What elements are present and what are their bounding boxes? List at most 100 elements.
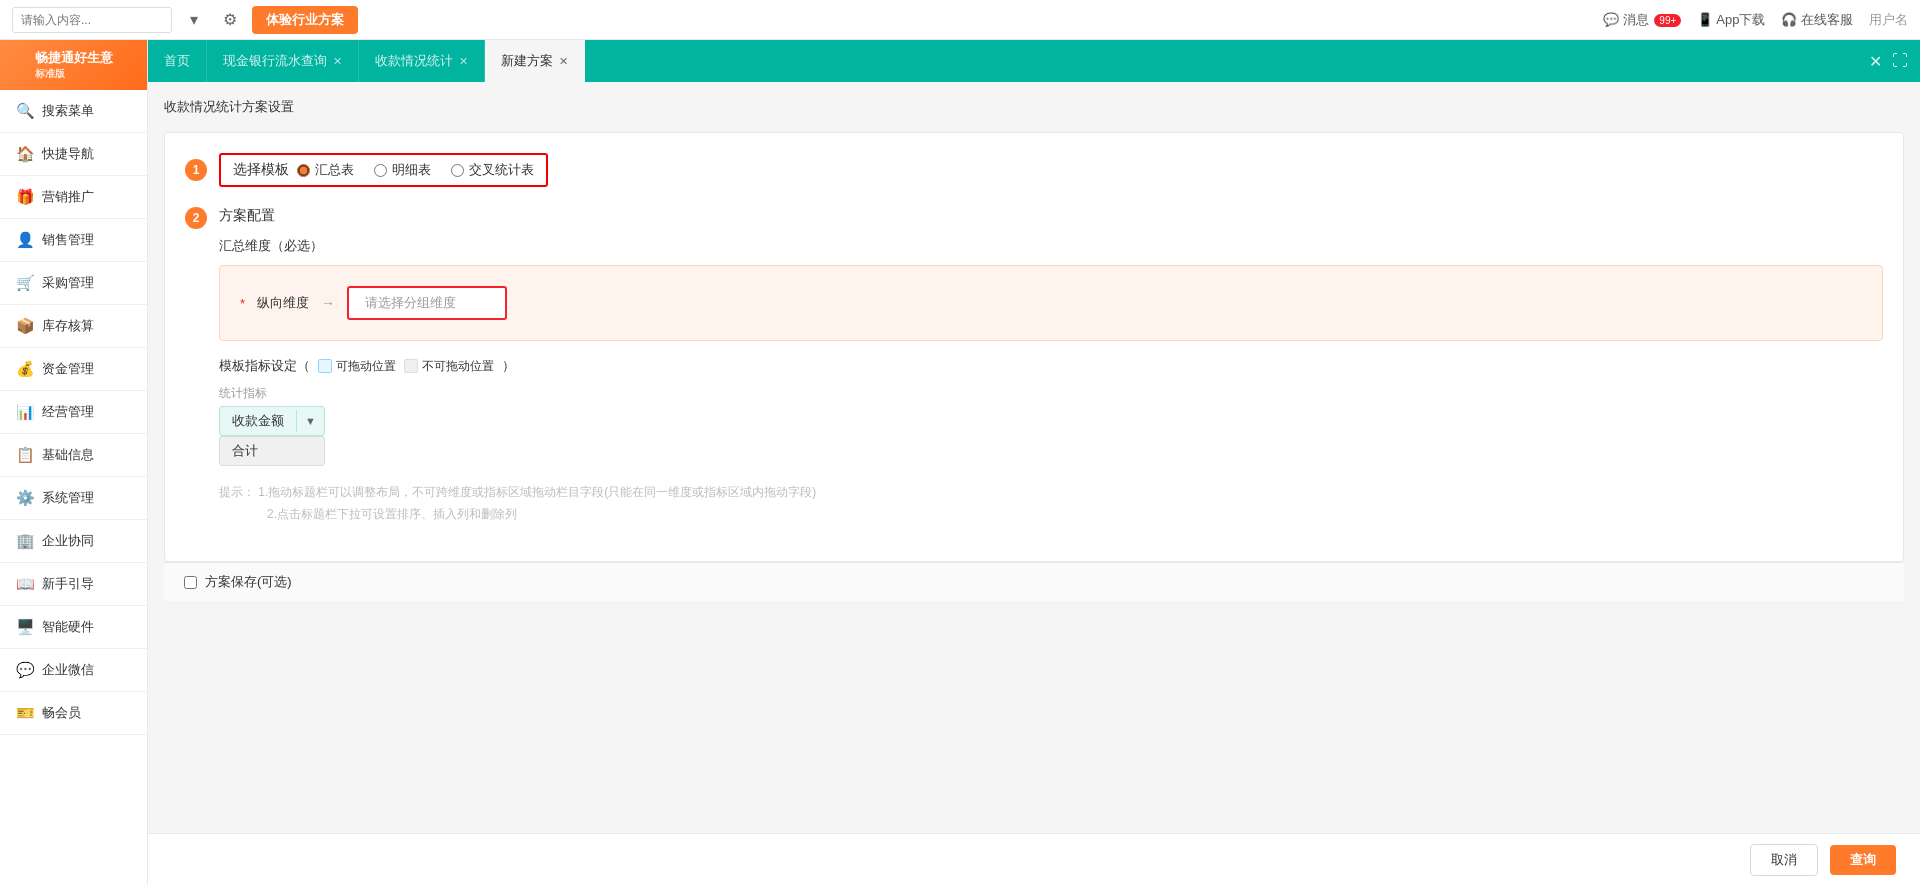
finance-icon: 💰 — [16, 360, 34, 378]
sidebar-item-basic-info[interactable]: 📋基础信息 — [0, 434, 147, 477]
indicator-tags: 统计指标 收款金额 ▼ 合计 — [219, 385, 1883, 466]
radio-detail-input[interactable] — [374, 164, 387, 177]
indicator-title-close: ） — [502, 357, 515, 375]
sidebar-item-quick-nav[interactable]: 🏠快捷导航 — [0, 133, 147, 176]
subtotal-tag: 合计 — [219, 436, 325, 466]
main-container: 畅捷通好生意 标准版 🔍搜索菜单🏠快捷导航🎁营销推广👤销售管理🛒采购管理 📦 库存核… — [0, 40, 1920, 885]
top-bar-right: 💬 消息 99+ 📱 App下载 🎧 在线客服 用户名 — [1603, 11, 1908, 29]
section-1-number: 1 — [185, 159, 207, 181]
tab-bar: 首页 现金银行流水查询 ✕ 收款情况统计 ✕ 新建方案 ✕ ✕ ⛶ — [148, 40, 1920, 82]
query-button[interactable]: 查询 — [1830, 845, 1896, 875]
tab-close-btn[interactable]: ✕ — [1869, 52, 1882, 71]
indicator-column: 统计指标 收款金额 ▼ 合计 — [219, 385, 325, 466]
sidebar-item-enterprise[interactable]: 🏢企业协同 — [0, 520, 147, 563]
sidebar-item-inventory[interactable]: 📦 库存核算 — [0, 305, 147, 348]
sidebar-item-label: 经营管理 — [42, 403, 94, 421]
sidebar-item-label: 库存核算 — [42, 317, 94, 335]
radio-summary-label: 汇总表 — [315, 161, 354, 179]
sidebar-item-guide[interactable]: 📖新手引导 — [0, 563, 147, 606]
content-area: 首页 现金银行流水查询 ✕ 收款情况统计 ✕ 新建方案 ✕ ✕ ⛶ 收款情况统计… — [148, 40, 1920, 885]
tab-new-plan[interactable]: 新建方案 ✕ — [485, 40, 585, 82]
tip-2: 2.点击标题栏下拉可设置排序、插入列和删除列 — [219, 504, 1883, 526]
tab-new-plan-close[interactable]: ✕ — [559, 55, 568, 68]
radio-summary-input[interactable] — [297, 164, 310, 177]
radio-cross[interactable]: 交叉统计表 — [451, 161, 534, 179]
sidebar-item-wechat[interactable]: 💬企业微信 — [0, 649, 147, 692]
logo-text: 畅捷通好生意 — [35, 49, 113, 67]
notification-label: 消息 — [1623, 12, 1649, 27]
dimension-select[interactable]: 请选择分组维度 — [347, 286, 507, 320]
sidebar-item-label: 畅会员 — [42, 704, 81, 722]
sidebar-item-label: 企业协同 — [42, 532, 94, 550]
section-1: 1 选择模板 汇总表 明细表 — [185, 153, 1883, 187]
sidebar-item-label: 搜索菜单 — [42, 102, 94, 120]
sidebar-item-label: 销售管理 — [42, 231, 94, 249]
logo-sub: 标准版 — [35, 67, 113, 81]
save-checkbox[interactable] — [184, 576, 197, 589]
notification-badge: 99+ — [1654, 14, 1681, 27]
section-2-number: 2 — [185, 207, 207, 229]
marketing-icon: 🎁 — [16, 188, 34, 206]
sidebar-item-member[interactable]: 🎫畅会员 — [0, 692, 147, 735]
tab-home[interactable]: 首页 — [148, 40, 207, 82]
tab-collection-stat-close[interactable]: ✕ — [459, 55, 468, 68]
tab-collection-stat[interactable]: 收款情况统计 ✕ — [359, 40, 485, 82]
dimension-row: * 纵向维度 → 请选择分组维度 — [240, 286, 1862, 320]
app-download-link[interactable]: 📱 App下载 — [1697, 11, 1765, 29]
sidebar-item-label: 智能硬件 — [42, 618, 94, 636]
settings-icon[interactable]: ⚙ — [216, 6, 244, 34]
radio-detail-label: 明细表 — [392, 161, 431, 179]
page-title: 收款情况统计方案设置 — [164, 98, 1904, 116]
template-section: 选择模板 汇总表 明细表 — [219, 153, 548, 187]
indicator-title-text: 模板指标设定（ — [219, 357, 310, 375]
dimension-placeholder: 请选择分组维度 — [365, 295, 456, 310]
inventory-icon: 📦 — [16, 317, 34, 335]
radio-group: 汇总表 明细表 交叉统计表 — [297, 161, 534, 179]
online-service-link[interactable]: 🎧 在线客服 — [1781, 11, 1853, 29]
bottom-bar: 取消 查询 — [148, 833, 1920, 885]
sidebar-item-system[interactable]: ⚙️ 系统管理 — [0, 477, 147, 520]
guide-icon: 📖 — [16, 575, 34, 593]
tag-dropdown-icon[interactable]: ▼ — [296, 410, 324, 432]
system-icon: ⚙️ — [16, 489, 34, 507]
indicator-section: 模板指标设定（ 可拖动位置 不可拖动位置 ） — [219, 357, 1883, 466]
radio-cross-input[interactable] — [451, 164, 464, 177]
tab-bank-flow[interactable]: 现金银行流水查询 ✕ — [207, 40, 359, 82]
section-2-label: 方案配置 — [219, 207, 1883, 225]
cancel-button[interactable]: 取消 — [1750, 844, 1818, 876]
tab-actions: ✕ ⛶ — [1857, 40, 1920, 82]
top-bar-search-input[interactable] — [12, 7, 172, 33]
sidebar-item-purchase[interactable]: 🛒采购管理 — [0, 262, 147, 305]
config-card: 1 选择模板 汇总表 明细表 — [164, 132, 1904, 562]
config-body: 方案配置 汇总维度（必选） * 纵向维度 → 请选择分组维度 — [219, 207, 1883, 525]
undraggable-dot — [404, 359, 418, 373]
trial-btn[interactable]: 体验行业方案 — [252, 6, 358, 34]
sidebar-item-label: 企业微信 — [42, 661, 94, 679]
tab-bank-flow-close[interactable]: ✕ — [333, 55, 342, 68]
sidebar-item-label: 采购管理 — [42, 274, 94, 292]
radio-detail[interactable]: 明细表 — [374, 161, 431, 179]
dimension-label: 纵向维度 — [257, 294, 309, 312]
sidebar-item-sales[interactable]: 👤销售管理 — [0, 219, 147, 262]
sidebar-item-label: 资金管理 — [42, 360, 94, 378]
operations-icon: 📊 — [16, 403, 34, 421]
sidebar-item-label: 系统管理 — [42, 489, 94, 507]
sidebar-item-marketing[interactable]: 🎁营销推广 — [0, 176, 147, 219]
sidebar-item-search-menu[interactable]: 🔍搜索菜单 — [0, 90, 147, 133]
subtotal-label: 合计 — [232, 442, 258, 460]
indicator-tag-group: 收款金额 ▼ 合计 — [219, 406, 325, 466]
tab-new-plan-label: 新建方案 — [501, 52, 553, 70]
top-bar: ▾ ⚙ 体验行业方案 💬 消息 99+ 📱 App下载 🎧 在线客服 用户名 — [0, 0, 1920, 40]
quick-nav-icon: 🏠 — [16, 145, 34, 163]
radio-summary[interactable]: 汇总表 — [297, 161, 354, 179]
tab-bank-flow-label: 现金银行流水查询 — [223, 52, 327, 70]
dropdown-icon[interactable]: ▾ — [180, 6, 208, 34]
sidebar-item-hardware[interactable]: 🖥️智能硬件 — [0, 606, 147, 649]
sidebar-item-finance[interactable]: 💰 资金管理 — [0, 348, 147, 391]
notification-area[interactable]: 💬 消息 99+ — [1603, 11, 1681, 29]
sidebar-item-operations[interactable]: 📊 经营管理 — [0, 391, 147, 434]
section-1-label: 选择模板 — [233, 161, 289, 179]
tab-expand-btn[interactable]: ⛶ — [1892, 52, 1908, 70]
user-name[interactable]: 用户名 — [1869, 11, 1908, 29]
required-star: * — [240, 296, 245, 311]
